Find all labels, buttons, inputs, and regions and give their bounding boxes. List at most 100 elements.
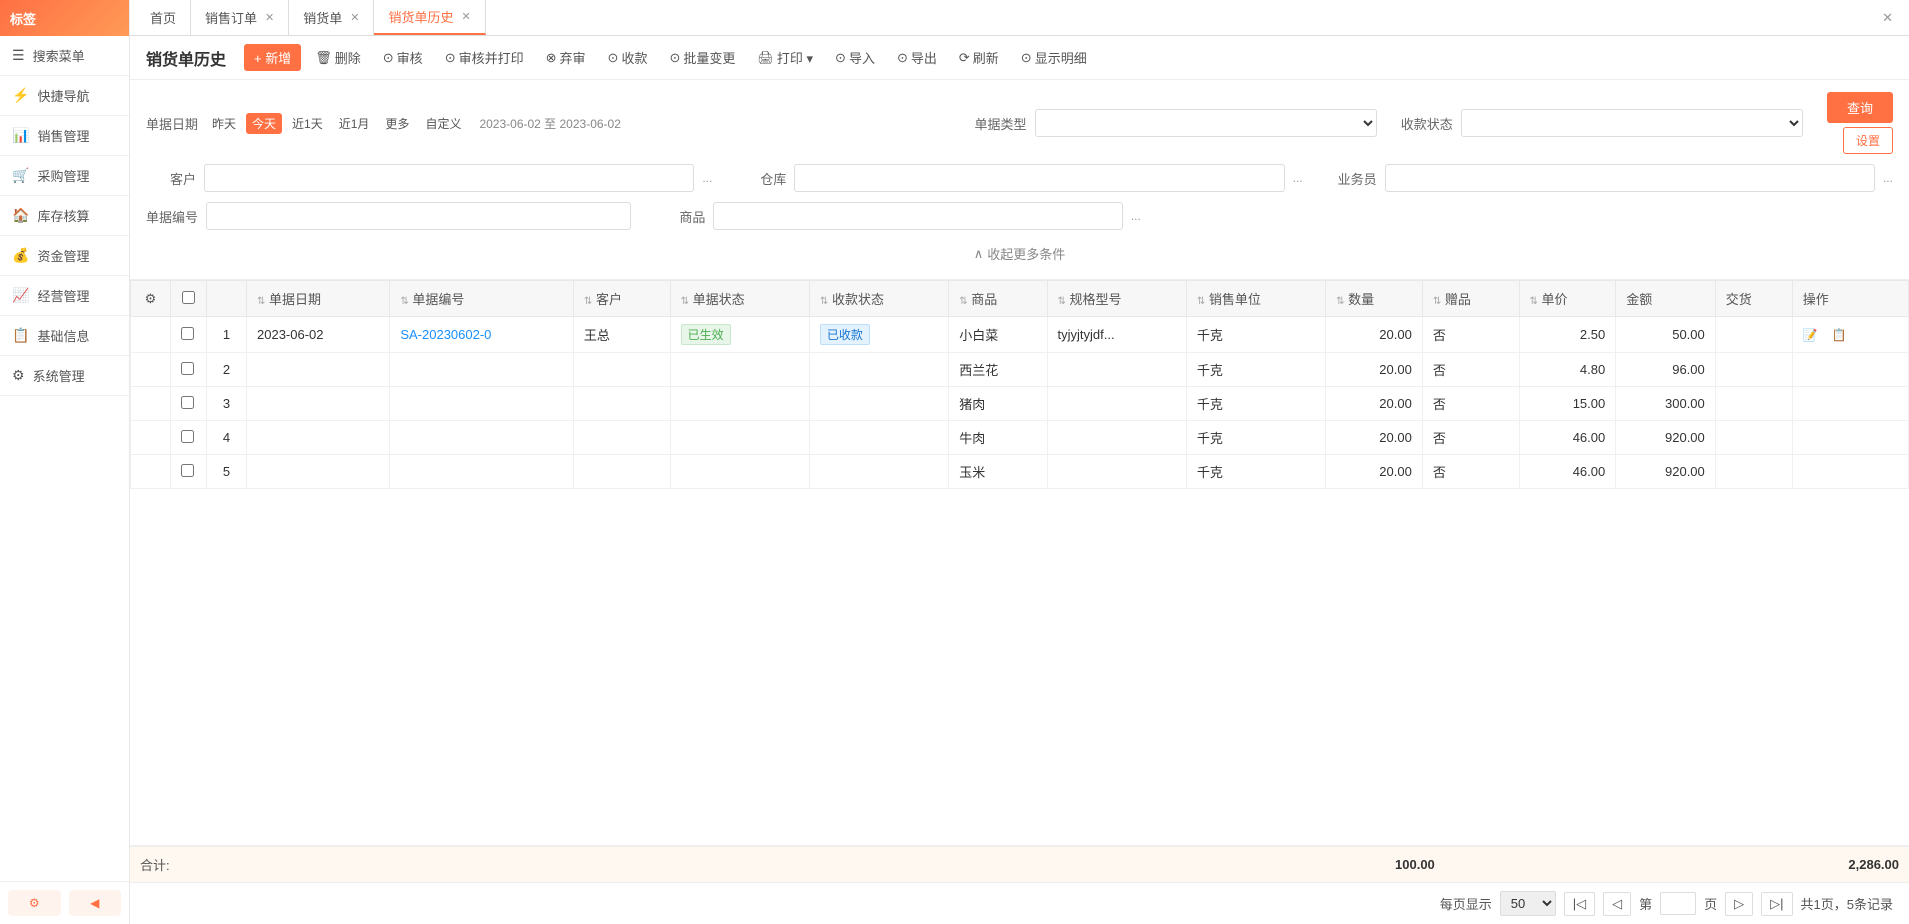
staff-picker[interactable]: ...	[1883, 171, 1893, 185]
receive-status-select[interactable]	[1461, 109, 1803, 137]
receive-button[interactable]: ⊙ 收款	[600, 44, 656, 71]
collapse-button[interactable]: ∧ 收起更多条件	[146, 240, 1893, 267]
date-tag-today[interactable]: 今天	[246, 113, 282, 134]
cell-amount: 300.00	[1616, 387, 1716, 421]
show-detail-button[interactable]: ⊙ 显示明细	[1013, 44, 1095, 71]
last-page-btn[interactable]: ▷|	[1761, 892, 1792, 916]
tab-sales-history[interactable]: 销货单历史 ✕	[374, 0, 485, 35]
prev-page-btn[interactable]: ◁	[1603, 892, 1631, 916]
row-checkbox-1[interactable]	[181, 362, 194, 375]
row-checkbox-4[interactable]	[181, 464, 194, 477]
goods-input[interactable]	[713, 202, 1122, 230]
row-copy-btn[interactable]: 📋	[1832, 328, 1847, 342]
refresh-button[interactable]: ⟳ 刷新	[951, 44, 1007, 71]
col-qty[interactable]: ⇅ 数量	[1326, 281, 1423, 317]
sidebar-bottom-actions: ⚙ ◀	[0, 881, 129, 924]
next-page-btn[interactable]: ▷	[1725, 892, 1753, 916]
date-tag-custom[interactable]: 自定义	[419, 113, 467, 134]
batch-change-button[interactable]: ⊙ 批量变更	[661, 44, 743, 71]
col-receive-status[interactable]: ⇅ 收款状态	[809, 281, 948, 317]
staff-input[interactable]	[1385, 164, 1875, 192]
col-doc-status[interactable]: ⇅ 单据状态	[670, 281, 809, 317]
page-size-label: 每页显示	[1440, 894, 1492, 913]
cell-spec	[1047, 421, 1186, 455]
date-tag-yesterday[interactable]: 昨天	[206, 113, 242, 134]
delete-button[interactable]: 🗑 删除	[307, 44, 369, 71]
first-page-btn[interactable]: |◁	[1564, 892, 1595, 916]
new-button[interactable]: + 新增	[244, 44, 301, 71]
date-tag-7days[interactable]: 近1天	[286, 113, 329, 134]
sidebar-item-finance-mgmt[interactable]: 💰 资金管理	[0, 236, 129, 276]
sidebar-collapse-btn[interactable]: ◀	[69, 890, 122, 916]
table-row: 1 2023-06-02 SA-20230602-0 王总 已生效 已收款 小白…	[131, 317, 1909, 353]
tab-bar-close-all[interactable]: ✕	[1870, 10, 1905, 26]
col-num	[207, 281, 247, 317]
tab-sales-delivery[interactable]: 销货单 ✕	[289, 0, 374, 35]
customer-input[interactable]	[204, 164, 694, 192]
page-size-select[interactable]: 50 100 200	[1500, 891, 1556, 916]
goods-picker[interactable]: ...	[1131, 209, 1141, 223]
col-price[interactable]: ⇅ 单价	[1519, 281, 1616, 317]
audit-print-button[interactable]: ⊙ 审核并打印	[437, 44, 532, 71]
row-edit-btn[interactable]: 📝	[1803, 328, 1818, 342]
doc-no-input[interactable]	[206, 202, 631, 230]
sidebar-item-base-info[interactable]: 📋 基础信息	[0, 316, 129, 356]
print-button[interactable]: 🖨 打印 ▾	[749, 44, 821, 71]
receive-status-badge: 已收款	[820, 324, 870, 345]
doc-type-select[interactable]	[1035, 109, 1377, 137]
tab-close-sales-order[interactable]: ✕	[265, 11, 274, 24]
page-number-input[interactable]: 1	[1660, 892, 1696, 915]
export-button[interactable]: ⊙ 导出	[889, 44, 945, 71]
col-customer[interactable]: ⇅ 客户	[573, 281, 670, 317]
col-spec[interactable]: ⇅ 规格型号	[1047, 281, 1186, 317]
sidebar-item-quick-nav[interactable]: ⚡ 快捷导航	[0, 76, 129, 116]
cell-num: 5	[207, 455, 247, 489]
sidebar-item-sales-mgmt[interactable]: 📊 销售管理	[0, 116, 129, 156]
cell-doc-status	[670, 387, 809, 421]
warehouse-input[interactable]	[794, 164, 1284, 192]
sidebar-settings-btn[interactable]: ⚙	[8, 890, 61, 916]
date-tag-1month[interactable]: 近1月	[333, 113, 376, 134]
home-icon: 🏠	[12, 207, 29, 224]
sidebar-item-ops-mgmt[interactable]: 📈 经营管理	[0, 276, 129, 316]
col-doc-no[interactable]: ⇅ 单据编号	[390, 281, 574, 317]
cell-doc-date: 2023-06-02	[247, 317, 390, 353]
summary-row: 合计: 100.00 2,286.00	[130, 845, 1909, 882]
sidebar-item-purchase-mgmt[interactable]: 🛒 采购管理	[0, 156, 129, 196]
tab-sales-order[interactable]: 销售订单 ✕	[191, 0, 289, 35]
import-button[interactable]: ⊙ 导入	[827, 44, 883, 71]
doc-no-link[interactable]: SA-20230602-0	[400, 327, 491, 342]
sidebar: 标签 ☰ 搜索菜单 ⚡ 快捷导航 📊 销售管理 🛒 采购管理 🏠 库存核算 💰 …	[0, 0, 130, 924]
col-goods[interactable]: ⇅ 商品	[949, 281, 1047, 317]
audit-button[interactable]: ⊙ 审核	[375, 44, 431, 71]
discard-button[interactable]: ⊗ 弃审	[538, 44, 594, 71]
cell-spec	[1047, 455, 1186, 489]
select-all-checkbox[interactable]	[182, 291, 195, 304]
sidebar-item-inventory[interactable]: 🏠 库存核算	[0, 196, 129, 236]
col-unit[interactable]: ⇅ 销售单位	[1186, 281, 1325, 317]
tab-close-sales-history[interactable]: ✕	[462, 10, 471, 23]
col-settings[interactable]: ⚙	[131, 281, 171, 317]
tab-close-sales-delivery[interactable]: ✕	[350, 11, 359, 24]
col-gift[interactable]: ⇅ 赠品	[1422, 281, 1519, 317]
sidebar-item-sys-mgmt[interactable]: ⚙ 系统管理	[0, 356, 129, 396]
date-tag-more[interactable]: 更多	[379, 113, 415, 134]
cell-price: 4.80	[1519, 353, 1616, 387]
warehouse-picker[interactable]: ...	[1293, 171, 1303, 185]
col-doc-date[interactable]: ⇅ 单据日期	[247, 281, 390, 317]
money-icon: 💰	[12, 247, 29, 264]
sidebar-item-label: 经营管理	[37, 286, 89, 305]
customer-picker[interactable]: ...	[702, 171, 712, 185]
detail-icon: ⊙	[1021, 50, 1032, 66]
set-button[interactable]: 设置	[1843, 127, 1893, 154]
cell-doc-status	[670, 455, 809, 489]
cell-doc-date	[247, 387, 390, 421]
tab-home[interactable]: 首页	[134, 0, 191, 35]
query-button[interactable]: 查询	[1827, 92, 1893, 123]
row-checkbox-0[interactable]	[181, 327, 194, 340]
row-checkbox-2[interactable]	[181, 396, 194, 409]
cell-doc-no: SA-20230602-0	[390, 317, 574, 353]
doc-type-label: 单据类型	[975, 114, 1027, 133]
row-checkbox-3[interactable]	[181, 430, 194, 443]
sidebar-item-search-menu[interactable]: ☰ 搜索菜单	[0, 36, 129, 76]
